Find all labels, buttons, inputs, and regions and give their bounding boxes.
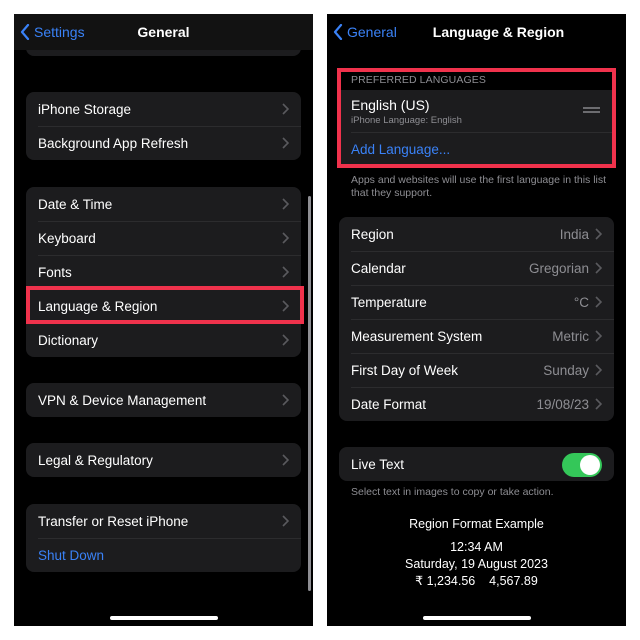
row-label: Measurement System [351,328,483,344]
format-example-numbers: ₹ 1,234.56 4,567.89 [415,574,538,588]
add-language-button[interactable]: Add Language... [339,132,614,166]
back-label: Settings [34,24,85,40]
chevron-left-icon [333,24,343,40]
chevron-right-icon [282,394,289,406]
settings-row-language-region[interactable]: Language & Region [26,289,301,323]
row-label: Region [351,226,394,242]
chevron-right-icon [282,515,289,527]
general-settings-screen: Settings General CarPlay iPhone Storage … [14,14,313,626]
row-value: Sunday [543,362,589,378]
row-value: Gregorian [528,260,589,276]
row-label: Legal & Regulatory [38,452,153,468]
chevron-left-icon [20,24,30,40]
settings-row-first-day-of-week[interactable]: First Day of Week Sunday [339,353,614,387]
row-label: Transfer or Reset iPhone [38,513,189,529]
settings-row-date-format[interactable]: Date Format 19/08/23 [339,387,614,421]
settings-row-temperature[interactable]: Temperature °C [339,285,614,319]
format-example-date: Saturday, 19 August 2023 [405,557,548,571]
row-label: Background App Refresh [38,135,189,151]
row-value: 19/08/23 [536,396,589,412]
settings-row-transfer-reset[interactable]: Transfer or Reset iPhone [26,504,301,538]
settings-row-vpn-device-management[interactable]: VPN & Device Management [26,383,301,417]
settings-group: iPhone Storage Background App Refresh [26,92,301,160]
chevron-right-icon [595,296,602,308]
chevron-right-icon [282,266,289,278]
settings-row-region[interactable]: Region India [339,217,614,251]
chevron-right-icon [595,228,602,240]
back-button[interactable]: General [333,14,397,50]
language-row-english-us[interactable]: English (US) iPhone Language: English [339,90,614,132]
settings-row-background-app-refresh[interactable]: Background App Refresh [26,126,301,160]
home-indicator[interactable] [109,616,218,620]
nav-bar: General Language & Region [327,14,626,50]
home-indicator[interactable] [422,616,531,620]
row-label: Temperature [351,294,427,310]
settings-group: Transfer or Reset iPhone Shut Down [26,504,301,572]
nav-bar: Settings General [14,14,313,50]
format-example-time: 12:34 AM [450,540,503,554]
language-subtitle: iPhone Language: English [351,114,462,126]
chevron-right-icon [282,334,289,346]
section-header-preferred-languages: PREFERRED LANGUAGES [351,74,486,86]
row-label: Language & Region [38,298,158,314]
row-label: First Day of Week [351,362,459,378]
settings-row-keyboard[interactable]: Keyboard [26,221,301,255]
page-title: General [137,24,190,40]
languages-footnote: Apps and websites will use the first lan… [351,174,607,199]
shut-down-button[interactable]: Shut Down [26,538,301,572]
chevron-right-icon [595,364,602,376]
drag-handle-icon[interactable] [583,107,600,115]
row-label: Dictionary [38,332,99,348]
settings-row-fonts[interactable]: Fonts [26,255,301,289]
settings-group: Date & Time Keyboard Fonts Language & Re… [26,187,301,357]
live-text-group: Live Text [339,447,614,481]
row-label: Date & Time [38,196,113,212]
language-name: English (US) [351,96,430,113]
preferred-languages-group: English (US) iPhone Language: English Ad… [339,90,614,166]
settings-row-date-time[interactable]: Date & Time [26,187,301,221]
chevron-right-icon [282,103,289,115]
row-label: iPhone Storage [38,101,132,117]
row-label: VPN & Device Management [38,392,207,408]
row-value: Metric [552,328,589,344]
chevron-right-icon [595,398,602,410]
language-region-screen: General Language & Region PREFERRED LANG… [327,14,626,626]
back-button[interactable]: Settings [20,14,85,50]
live-text-toggle[interactable] [562,453,602,477]
scrollbar[interactable] [308,196,311,591]
row-label: Date Format [351,396,427,412]
row-value: India [559,226,589,242]
settings-row-legal-regulatory[interactable]: Legal & Regulatory [26,443,301,477]
row-value: °C [573,294,589,310]
row-label: Fonts [38,264,72,280]
add-language-label: Add Language... [351,141,451,157]
settings-group: VPN & Device Management [26,383,301,417]
row-label: Calendar [351,260,406,276]
live-text-footnote: Select text in images to copy or take ac… [351,486,554,498]
settings-row-measurement-system[interactable]: Measurement System Metric [339,319,614,353]
row-label: Shut Down [38,547,105,563]
settings-group: Legal & Regulatory [26,443,301,477]
chevron-right-icon [282,454,289,466]
chevron-right-icon [282,137,289,149]
settings-row-calendar[interactable]: Calendar Gregorian [339,251,614,285]
chevron-right-icon [282,232,289,244]
back-label: General [347,24,397,40]
chevron-right-icon [282,300,289,312]
toggle-knob [580,455,600,475]
page-title: Language & Region [432,24,565,40]
chevron-right-icon [595,262,602,274]
chevron-right-icon [595,330,602,342]
settings-row-dictionary[interactable]: Dictionary [26,323,301,357]
row-label: Keyboard [38,230,96,246]
chevron-right-icon [282,198,289,210]
settings-row-iphone-storage[interactable]: iPhone Storage [26,92,301,126]
region-settings-group: Region India Calendar Gregorian Temperat… [339,217,614,421]
region-format-example-title: Region Format Example [409,517,544,531]
